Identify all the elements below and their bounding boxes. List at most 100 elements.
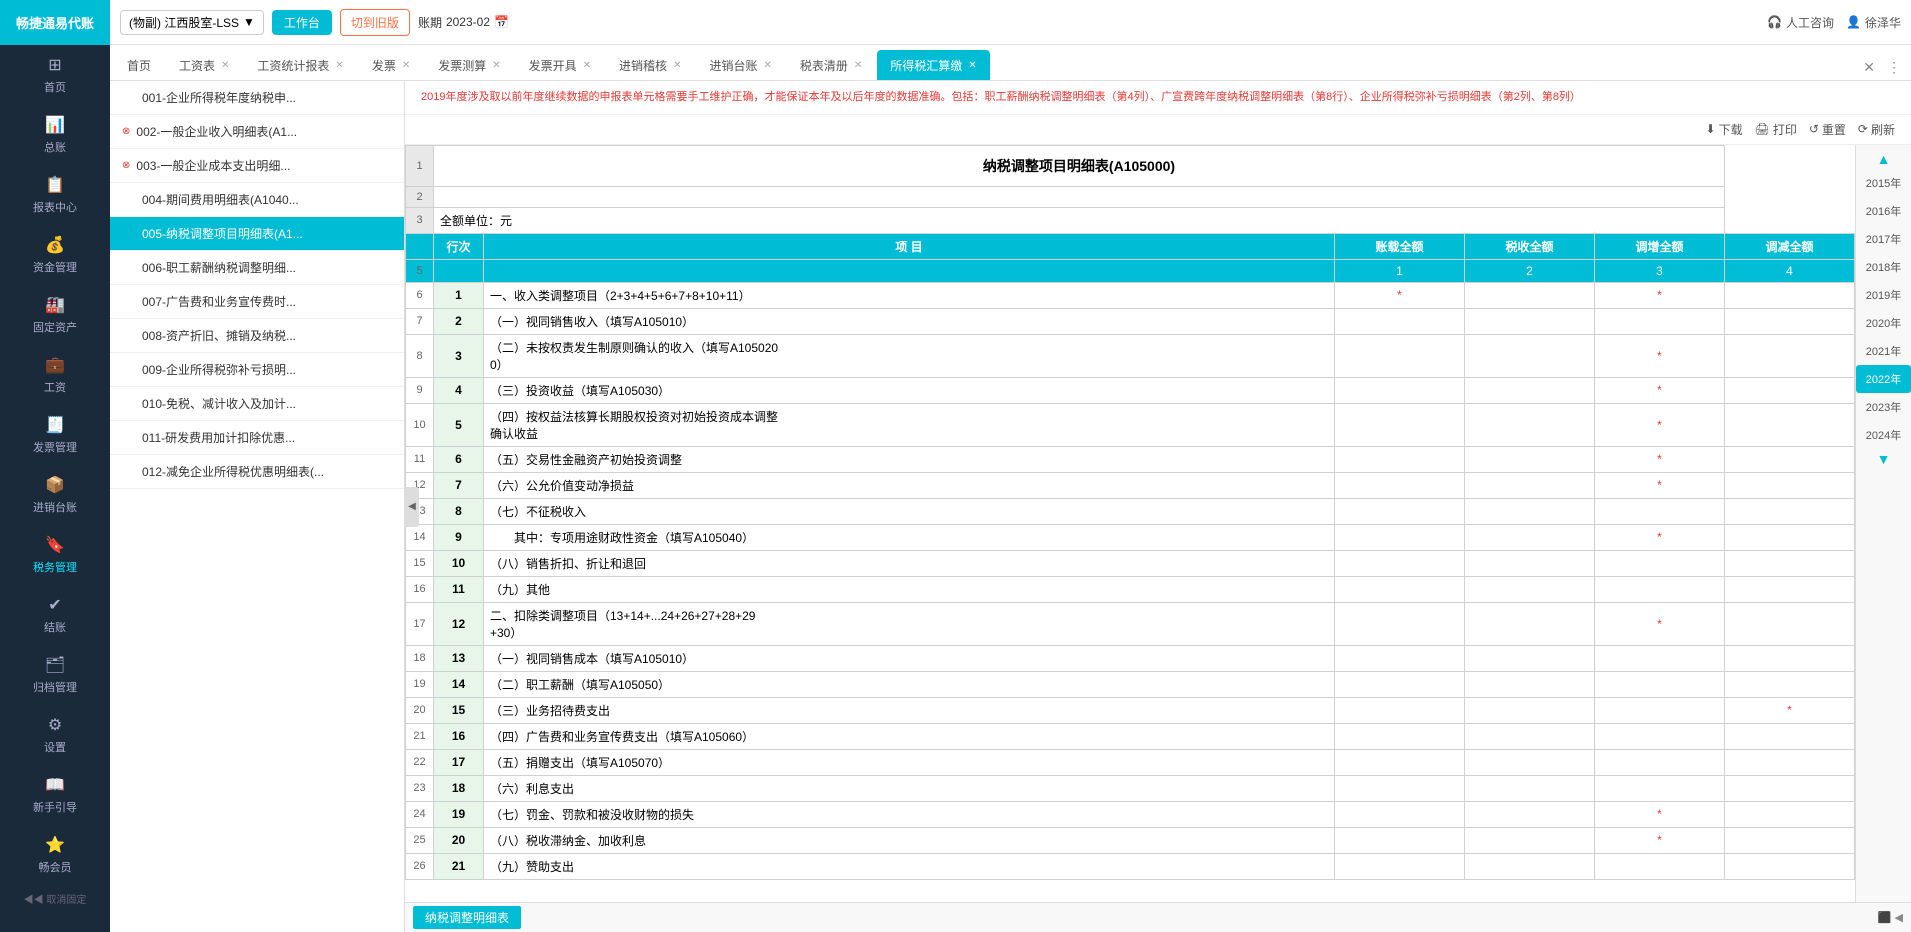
year-up-btn[interactable]: ▲	[1875, 149, 1893, 169]
tab-close-9[interactable]: ✕	[968, 60, 976, 71]
col-c-3[interactable]	[1335, 377, 1465, 403]
col-d-2[interactable]	[1465, 334, 1595, 377]
company-selector[interactable]: (物副) 江西股室-LSS ▼	[120, 10, 264, 35]
left-menu-item-4[interactable]: 005-纳税调整项目明细表(A1...	[110, 217, 404, 251]
sheet-main[interactable]: 1纳税调整项目明细表(A105000)23全额单位：元 行次 项 目 账载全额 …	[405, 145, 1855, 903]
sidebar-item-10[interactable]: 🗂归档管理	[0, 645, 110, 705]
col-c-11[interactable]	[1335, 602, 1465, 645]
col-f-10[interactable]	[1725, 576, 1855, 602]
tab-6[interactable]: 进销稽核✕	[606, 50, 694, 80]
col-e-18[interactable]: *	[1595, 801, 1725, 827]
col-f-19[interactable]	[1725, 827, 1855, 853]
col-f-11[interactable]	[1725, 602, 1855, 645]
col-f-0[interactable]	[1725, 282, 1855, 308]
reset-btn[interactable]: ↺ 重置	[1809, 121, 1846, 138]
year-item-9[interactable]: 2024年	[1856, 421, 1911, 449]
col-e-0[interactable]: *	[1595, 282, 1725, 308]
col-f-1[interactable]	[1725, 308, 1855, 334]
unpin-btn[interactable]: ◀◀ 取消固定	[0, 885, 110, 912]
tab-close-3[interactable]: ✕	[402, 60, 410, 71]
year-item-6[interactable]: 2021年	[1856, 337, 1911, 365]
tab-close-6[interactable]: ✕	[673, 60, 681, 71]
download-btn[interactable]: ⬇ 下载	[1706, 121, 1743, 138]
col-d-10[interactable]	[1465, 576, 1595, 602]
more-tabs-btn[interactable]: ⋮	[1881, 57, 1907, 78]
tab-2[interactable]: 工资统计报表✕	[244, 50, 356, 80]
tab-3[interactable]: 发票✕	[359, 50, 423, 80]
support-btn[interactable]: 🎧 人工咨询	[1767, 14, 1834, 31]
tab-close-5[interactable]: ✕	[583, 60, 591, 71]
col-e-12[interactable]	[1595, 645, 1725, 671]
year-item-3[interactable]: 2018年	[1856, 253, 1911, 281]
col-f-2[interactable]	[1725, 334, 1855, 377]
left-menu-item-0[interactable]: 001-企业所得税年度纳税申...	[110, 81, 404, 115]
left-menu-item-1[interactable]: ⊗002-一般企业收入明细表(A1...	[110, 115, 404, 149]
col-d-4[interactable]	[1465, 403, 1595, 446]
col-c-10[interactable]	[1335, 576, 1465, 602]
col-e-8[interactable]: *	[1595, 524, 1725, 550]
sidebar-item-9[interactable]: ✔结账	[0, 585, 110, 645]
tab-close-1[interactable]: ✕	[221, 60, 229, 71]
col-f-3[interactable]	[1725, 377, 1855, 403]
col-c-4[interactable]	[1335, 403, 1465, 446]
col-e-16[interactable]	[1595, 749, 1725, 775]
col-f-4[interactable]	[1725, 403, 1855, 446]
tab-5[interactable]: 发票开具✕	[516, 50, 604, 80]
tab-9[interactable]: 所得税汇算缴✕	[877, 50, 989, 80]
col-d-3[interactable]	[1465, 377, 1595, 403]
col-d-1[interactable]	[1465, 308, 1595, 334]
col-f-16[interactable]	[1725, 749, 1855, 775]
col-d-6[interactable]	[1465, 472, 1595, 498]
col-d-14[interactable]	[1465, 697, 1595, 723]
sidebar-item-5[interactable]: 💼工资	[0, 345, 110, 405]
col-d-16[interactable]	[1465, 749, 1595, 775]
year-item-7[interactable]: 2022年	[1856, 365, 1911, 393]
year-item-2[interactable]: 2017年	[1856, 225, 1911, 253]
col-c-17[interactable]	[1335, 775, 1465, 801]
col-d-8[interactable]	[1465, 524, 1595, 550]
col-f-18[interactable]	[1725, 801, 1855, 827]
col-c-0[interactable]: *	[1335, 282, 1465, 308]
sidebar-item-7[interactable]: 📦进销台账	[0, 465, 110, 525]
back-btn[interactable]: 切到旧版	[340, 9, 410, 36]
tab-1[interactable]: 工资表✕	[166, 50, 242, 80]
col-e-3[interactable]: *	[1595, 377, 1725, 403]
col-e-19[interactable]: *	[1595, 827, 1725, 853]
col-d-20[interactable]	[1465, 853, 1595, 879]
sidebar-item-6[interactable]: 🧾发票管理	[0, 405, 110, 465]
col-c-12[interactable]	[1335, 645, 1465, 671]
left-menu-item-5[interactable]: 006-职工薪酬纳税调整明细...	[110, 251, 404, 285]
col-e-13[interactable]	[1595, 671, 1725, 697]
year-item-5[interactable]: 2020年	[1856, 309, 1911, 337]
col-d-11[interactable]	[1465, 602, 1595, 645]
sidebar-item-8[interactable]: 🔖税务管理	[0, 525, 110, 585]
left-menu-item-8[interactable]: 009-企业所得税弥补亏损明...	[110, 353, 404, 387]
col-f-7[interactable]	[1725, 498, 1855, 524]
col-e-14[interactable]	[1595, 697, 1725, 723]
left-menu-item-11[interactable]: 012-减免企业所得税优惠明细表(...	[110, 455, 404, 489]
col-c-1[interactable]	[1335, 308, 1465, 334]
col-e-20[interactable]	[1595, 853, 1725, 879]
col-f-9[interactable]	[1725, 550, 1855, 576]
col-f-20[interactable]	[1725, 853, 1855, 879]
year-item-1[interactable]: 2016年	[1856, 197, 1911, 225]
col-c-2[interactable]	[1335, 334, 1465, 377]
year-down-btn[interactable]: ▼	[1875, 449, 1893, 469]
col-d-13[interactable]	[1465, 671, 1595, 697]
sidebar-item-12[interactable]: 📖新手引导	[0, 765, 110, 825]
col-e-7[interactable]	[1595, 498, 1725, 524]
tab-7[interactable]: 进销台账✕	[696, 50, 784, 80]
refresh-btn[interactable]: ⟳ 刷新	[1858, 121, 1895, 138]
tab-8[interactable]: 税表清册✕	[787, 50, 875, 80]
col-e-9[interactable]	[1595, 550, 1725, 576]
sidebar-item-13[interactable]: ⭐畅会员	[0, 825, 110, 885]
col-d-18[interactable]	[1465, 801, 1595, 827]
tab-close-8[interactable]: ✕	[854, 60, 862, 71]
col-d-12[interactable]	[1465, 645, 1595, 671]
col-c-6[interactable]	[1335, 472, 1465, 498]
col-f-14[interactable]: *	[1725, 697, 1855, 723]
left-menu-item-7[interactable]: 008-资产折旧、摊销及纳税...	[110, 319, 404, 353]
col-c-8[interactable]	[1335, 524, 1465, 550]
col-d-19[interactable]	[1465, 827, 1595, 853]
col-c-20[interactable]	[1335, 853, 1465, 879]
